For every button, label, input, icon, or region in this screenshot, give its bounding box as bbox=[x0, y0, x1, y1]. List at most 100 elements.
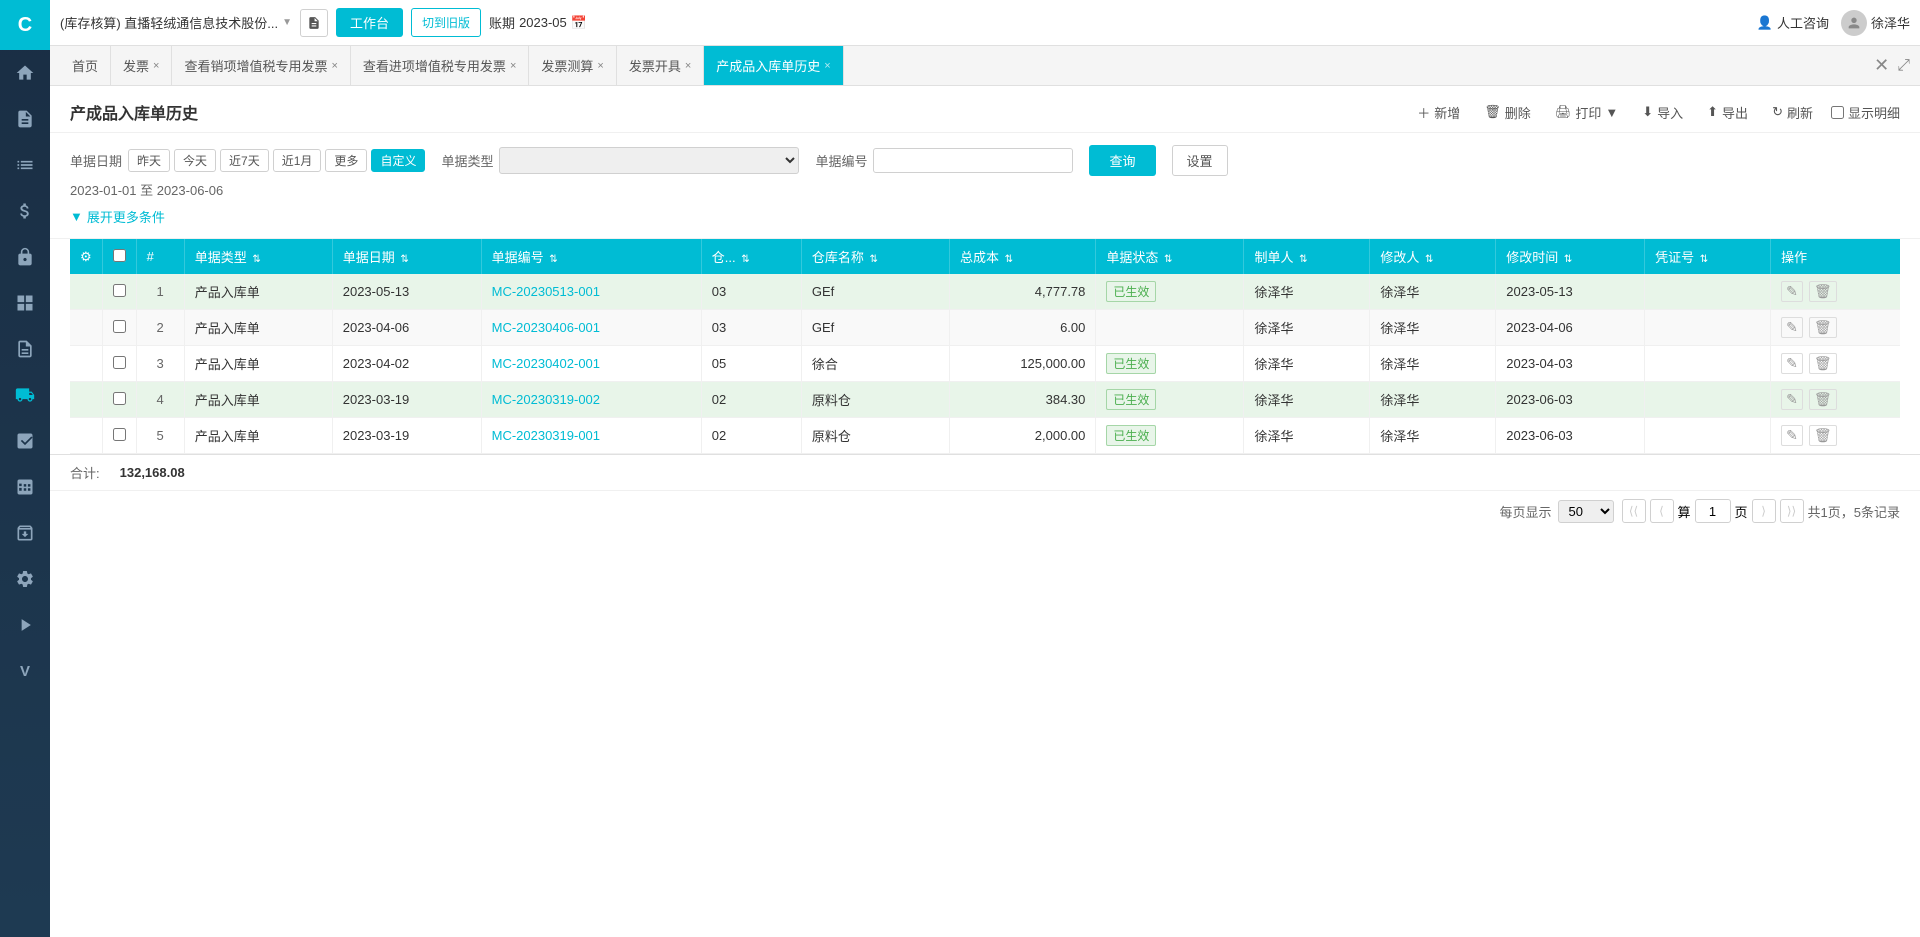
delete-button[interactable]: 🗑 删除 bbox=[1478, 101, 1537, 124]
doc-num-link[interactable]: MC-20230406-001 bbox=[492, 320, 600, 335]
user-menu[interactable]: 徐泽华 bbox=[1841, 10, 1910, 36]
tab-invoice-open[interactable]: 发票开具 × bbox=[617, 46, 704, 86]
row-checkbox[interactable] bbox=[113, 320, 126, 333]
today-btn[interactable]: 今天 bbox=[174, 149, 216, 172]
sidebar-item-play[interactable] bbox=[0, 602, 50, 648]
calendar-icon[interactable]: 📅 bbox=[571, 15, 587, 31]
tab-product-inbound-close[interactable]: × bbox=[824, 60, 830, 72]
refresh-button[interactable]: ↻ 刷新 bbox=[1766, 101, 1819, 124]
company-selector[interactable]: (库存核算) 直播轻绒通信息技术股份... ▼ bbox=[60, 13, 292, 32]
td-doc-num[interactable]: MC-20230406-001 bbox=[481, 310, 701, 346]
th-voucher-num[interactable]: 凭证号 ⇅ bbox=[1645, 239, 1771, 274]
sidebar-item-docs[interactable] bbox=[0, 326, 50, 372]
sidebar-item-calc[interactable] bbox=[0, 464, 50, 510]
last-page-btn[interactable]: ⟩⟩ bbox=[1780, 499, 1804, 523]
select-all-checkbox[interactable] bbox=[113, 249, 126, 262]
tab-invoice[interactable]: 发票 × bbox=[111, 46, 172, 86]
expand-window-icon[interactable]: ⤢ bbox=[1897, 57, 1910, 75]
page-input[interactable] bbox=[1695, 499, 1731, 523]
support-link[interactable]: 👤 人工咨询 bbox=[1757, 13, 1829, 32]
tab-invoice-calc-close[interactable]: × bbox=[597, 60, 603, 72]
more-btn[interactable]: 更多 bbox=[325, 149, 367, 172]
doc-num-link[interactable]: MC-20230319-002 bbox=[492, 392, 600, 407]
delete-row-icon[interactable]: 🗑 bbox=[1809, 281, 1837, 302]
th-doc-status[interactable]: 单据状态 ⇅ bbox=[1096, 239, 1244, 274]
import-button[interactable]: ⬇ 导入 bbox=[1636, 101, 1689, 124]
delete-row-icon[interactable]: 🗑 bbox=[1809, 425, 1837, 446]
th-total-cost[interactable]: 总成本 ⇅ bbox=[949, 239, 1095, 274]
next-page-btn[interactable]: ⟩ bbox=[1752, 499, 1776, 523]
prev-page-btn[interactable]: ⟨ bbox=[1650, 499, 1674, 523]
yesterday-btn[interactable]: 昨天 bbox=[128, 149, 170, 172]
td-checkbox[interactable] bbox=[102, 418, 136, 454]
tab-input-vat-close[interactable]: × bbox=[510, 60, 516, 72]
doc-num-link[interactable]: MC-20230402-001 bbox=[492, 356, 600, 371]
settings-button[interactable]: 设置 bbox=[1172, 145, 1228, 176]
tab-product-inbound[interactable]: 产成品入库单历史 × bbox=[704, 46, 843, 86]
docnum-input[interactable] bbox=[873, 148, 1073, 173]
expand-filter-btn[interactable]: ▼ 展开更多条件 bbox=[70, 207, 1900, 226]
th-creator[interactable]: 制单人 ⇅ bbox=[1244, 239, 1370, 274]
1month-btn[interactable]: 近1月 bbox=[273, 149, 322, 172]
tab-invoice-close[interactable]: × bbox=[153, 60, 159, 72]
sidebar-item-warehouse[interactable] bbox=[0, 372, 50, 418]
th-warehouse-name[interactable]: 仓库名称 ⇅ bbox=[801, 239, 949, 274]
sidebar-item-home[interactable] bbox=[0, 50, 50, 96]
sidebar-item-grid[interactable] bbox=[0, 280, 50, 326]
edit-icon[interactable]: ✎ bbox=[1781, 317, 1803, 338]
tab-sales-vat[interactable]: 查看销项增值税专用发票 × bbox=[172, 46, 350, 86]
per-page-select[interactable]: 10 20 50 100 bbox=[1558, 500, 1614, 523]
th-modify-time[interactable]: 修改时间 ⇅ bbox=[1496, 239, 1645, 274]
tab-sales-vat-close[interactable]: × bbox=[331, 60, 337, 72]
7days-btn[interactable]: 近7天 bbox=[220, 149, 269, 172]
sidebar-item-stamp[interactable] bbox=[0, 418, 50, 464]
row-checkbox[interactable] bbox=[113, 392, 126, 405]
workbench-button[interactable]: 工作台 bbox=[336, 8, 403, 37]
edit-icon[interactable]: ✎ bbox=[1781, 425, 1803, 446]
edit-icon[interactable]: ✎ bbox=[1781, 281, 1803, 302]
first-page-btn[interactable]: ⟨⟨ bbox=[1622, 499, 1646, 523]
th-doc-type[interactable]: 单据类型 ⇅ bbox=[184, 239, 332, 274]
tab-invoice-open-close[interactable]: × bbox=[685, 60, 691, 72]
sidebar-item-tax[interactable] bbox=[0, 188, 50, 234]
td-checkbox[interactable] bbox=[102, 274, 136, 310]
tab-input-vat[interactable]: 查看进项增值税专用发票 × bbox=[351, 46, 529, 86]
row-checkbox[interactable] bbox=[113, 284, 126, 297]
edit-icon[interactable]: ✎ bbox=[1781, 353, 1803, 374]
sidebar-item-chart[interactable] bbox=[0, 142, 50, 188]
delete-row-icon[interactable]: 🗑 bbox=[1809, 353, 1837, 374]
query-button[interactable]: 查询 bbox=[1089, 145, 1155, 176]
td-checkbox[interactable] bbox=[102, 310, 136, 346]
th-checkbox[interactable] bbox=[102, 239, 136, 274]
sidebar-item-box[interactable] bbox=[0, 510, 50, 556]
custom-btn[interactable]: 自定义 bbox=[371, 149, 425, 172]
delete-row-icon[interactable]: 🗑 bbox=[1809, 317, 1837, 338]
sidebar-item-invoice[interactable] bbox=[0, 96, 50, 142]
td-doc-num[interactable]: MC-20230319-002 bbox=[481, 382, 701, 418]
td-doc-num[interactable]: MC-20230319-001 bbox=[481, 418, 701, 454]
row-checkbox[interactable] bbox=[113, 428, 126, 441]
th-warehouse-code[interactable]: 仓... ⇅ bbox=[701, 239, 801, 274]
edit-icon[interactable]: ✎ bbox=[1781, 389, 1803, 410]
sidebar-item-lock[interactable] bbox=[0, 234, 50, 280]
doc-num-link[interactable]: MC-20230513-001 bbox=[492, 284, 600, 299]
sidebar-item-v[interactable]: V bbox=[0, 648, 50, 694]
th-doc-date[interactable]: 单据日期 ⇅ bbox=[332, 239, 481, 274]
close-all-tabs-icon[interactable]: ✕ bbox=[1874, 55, 1889, 76]
doc-num-link[interactable]: MC-20230319-001 bbox=[492, 428, 600, 443]
tab-home[interactable]: 首页 bbox=[60, 46, 111, 86]
doctype-select[interactable] bbox=[499, 147, 799, 174]
th-doc-num[interactable]: 单据编号 ⇅ bbox=[481, 239, 701, 274]
row-checkbox[interactable] bbox=[113, 356, 126, 369]
doc-icon-btn[interactable] bbox=[300, 9, 328, 37]
old-version-button[interactable]: 切到旧版 bbox=[411, 8, 481, 37]
delete-row-icon[interactable]: 🗑 bbox=[1809, 389, 1837, 410]
tab-invoice-calc[interactable]: 发票测算 × bbox=[529, 46, 616, 86]
td-doc-num[interactable]: MC-20230513-001 bbox=[481, 274, 701, 310]
show-detail-checkbox[interactable] bbox=[1831, 106, 1844, 119]
td-checkbox[interactable] bbox=[102, 346, 136, 382]
th-modifier[interactable]: 修改人 ⇅ bbox=[1370, 239, 1496, 274]
print-button[interactable]: 🖨 打印 ▼ bbox=[1549, 101, 1624, 124]
td-doc-num[interactable]: MC-20230402-001 bbox=[481, 346, 701, 382]
export-button[interactable]: ⬆ 导出 bbox=[1701, 101, 1754, 124]
